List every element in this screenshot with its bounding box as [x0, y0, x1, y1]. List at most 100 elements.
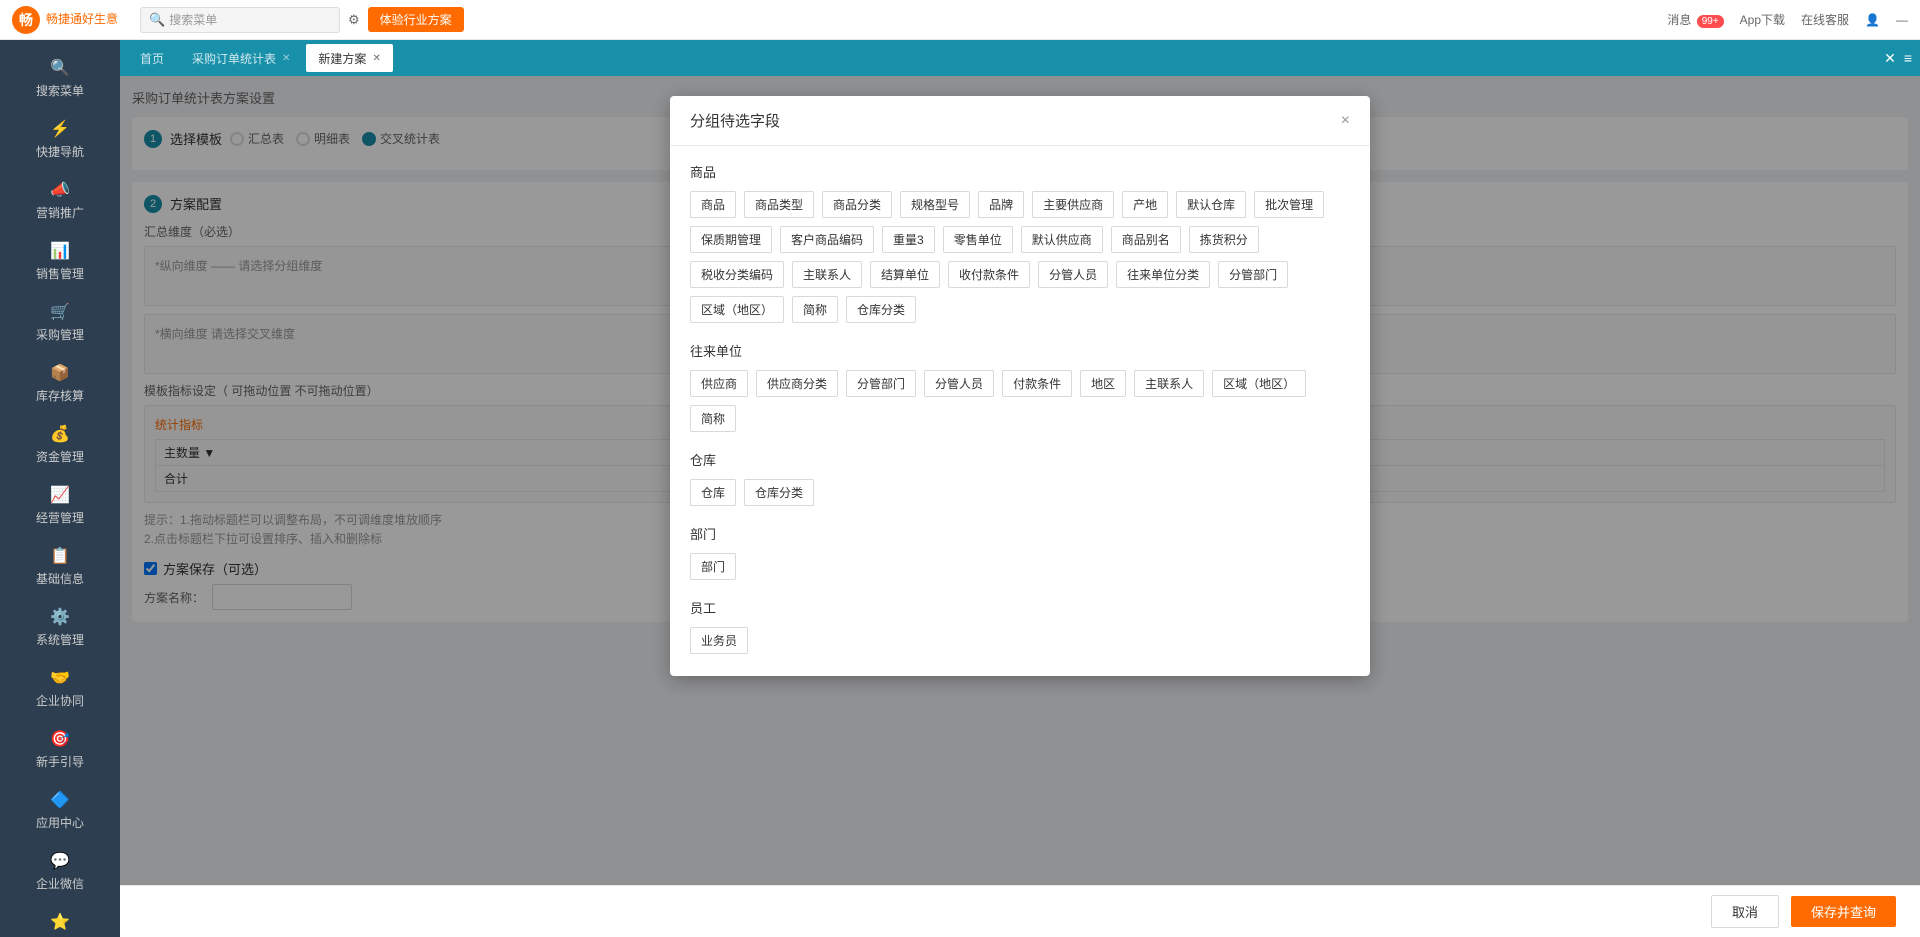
tab-menu[interactable]: ≡ — [1904, 50, 1912, 67]
field-tag-0-13[interactable]: 默认供应商 — [1021, 226, 1103, 253]
sidebar-item-5[interactable]: 📦库存核算 — [0, 353, 120, 414]
sidebar-icon-6: 💰 — [50, 424, 70, 444]
search-icon: 🔍 — [149, 12, 165, 28]
field-tag-1-5[interactable]: 地区 — [1080, 370, 1126, 397]
cancel-button[interactable]: 取消 — [1711, 895, 1779, 928]
field-tag-0-24[interactable]: 简称 — [792, 296, 838, 323]
trial-btn[interactable]: 体验行业方案 — [368, 7, 464, 32]
modal-body: 商品商品商品类型商品分类规格型号品牌主要供应商产地默认仓库批次管理保质期管理客户… — [670, 146, 1370, 664]
tab-close-1[interactable]: ✕ — [282, 53, 290, 64]
sidebar-item-8[interactable]: 📋基础信息 — [0, 536, 120, 597]
field-tag-1-2[interactable]: 分管部门 — [846, 370, 916, 397]
sidebar-item-3[interactable]: 📊销售管理 — [0, 231, 120, 292]
field-tag-0-23[interactable]: 区域（地区） — [690, 296, 784, 323]
section-title-2: 仓库 — [690, 450, 1350, 469]
field-tag-1-3[interactable]: 分管人员 — [924, 370, 994, 397]
sidebar-icon-12: 🔷 — [50, 790, 70, 810]
field-tag-1-0[interactable]: 供应商 — [690, 370, 748, 397]
gear-icon[interactable]: ⚙ — [348, 12, 360, 28]
sidebar-item-0[interactable]: 🔍搜索菜单 — [0, 48, 120, 109]
top-bar-right: 消息 99+ App下载 在线客服 👤 — — [1667, 11, 1908, 28]
sidebar-icon-11: 🎯 — [50, 729, 70, 749]
field-tag-0-10[interactable]: 客户商品编码 — [780, 226, 874, 253]
user-avatar[interactable]: 👤 — [1865, 13, 1880, 27]
field-tag-4-0[interactable]: 业务员 — [690, 627, 748, 654]
field-tag-0-7[interactable]: 默认仓库 — [1176, 191, 1246, 218]
field-tag-0-3[interactable]: 规格型号 — [900, 191, 970, 218]
field-tag-1-4[interactable]: 付款条件 — [1002, 370, 1072, 397]
sidebar-item-11[interactable]: 🎯新手引导 — [0, 719, 120, 780]
sidebar-item-2[interactable]: 📣营销推广 — [0, 170, 120, 231]
field-tag-0-20[interactable]: 分管人员 — [1038, 261, 1108, 288]
sidebar-item-7[interactable]: 📈经营管理 — [0, 475, 120, 536]
field-tag-0-2[interactable]: 商品分类 — [822, 191, 892, 218]
tab-item-2[interactable]: 新建方案✕ — [306, 44, 392, 72]
field-tag-0-4[interactable]: 品牌 — [978, 191, 1024, 218]
field-tag-1-7[interactable]: 区域（地区） — [1212, 370, 1306, 397]
field-tags-0: 商品商品类型商品分类规格型号品牌主要供应商产地默认仓库批次管理保质期管理客户商品… — [690, 191, 1350, 323]
user-name: — — [1896, 13, 1908, 27]
app-download[interactable]: App下载 — [1740, 11, 1785, 28]
field-tag-2-1[interactable]: 仓库分类 — [744, 479, 814, 506]
section-title-0: 商品 — [690, 162, 1350, 181]
field-tag-0-18[interactable]: 结算单位 — [870, 261, 940, 288]
field-tag-0-17[interactable]: 主联系人 — [792, 261, 862, 288]
sidebar-item-4[interactable]: 🛒采购管理 — [0, 292, 120, 353]
logo-icon: 畅 — [12, 6, 40, 34]
sidebar-item-12[interactable]: 🔷应用中心 — [0, 780, 120, 841]
sidebar-item-14[interactable]: ⭐畅会员 — [0, 902, 120, 937]
search-placeholder: 搜索菜单 — [169, 11, 217, 28]
field-tags-1: 供应商供应商分类分管部门分管人员付款条件地区主联系人区域（地区） 简称 — [690, 370, 1350, 432]
top-bar: 畅 畅捷通好生意 🔍 搜索菜单 ⚙ 体验行业方案 消息 99+ App下载 在线… — [0, 0, 1920, 40]
field-tag-0-1[interactable]: 商品类型 — [744, 191, 814, 218]
notifications[interactable]: 消息 99+ — [1667, 11, 1723, 28]
field-tag-1-1[interactable]: 供应商分类 — [756, 370, 838, 397]
field-tag-0-19[interactable]: 收付款条件 — [948, 261, 1030, 288]
section-1: 往来单位供应商供应商分类分管部门分管人员付款条件地区主联系人区域（地区） 简称 — [690, 341, 1350, 432]
sidebar-item-6[interactable]: 💰资金管理 — [0, 414, 120, 475]
tab-bar: 首页采购订单统计表✕新建方案✕ ✕ ≡ — [120, 40, 1920, 76]
field-tag-0-16[interactable]: 税收分类编码 — [690, 261, 784, 288]
field-tag-1-8[interactable]: 简称 — [690, 405, 736, 432]
field-tag-0-14[interactable]: 商品别名 — [1111, 226, 1181, 253]
field-tag-0-12[interactable]: 零售单位 — [943, 226, 1013, 253]
tab-item-0[interactable]: 首页 — [128, 44, 176, 72]
field-tag-0-11[interactable]: 重量3 — [882, 226, 935, 253]
field-tag-0-6[interactable]: 产地 — [1122, 191, 1168, 218]
field-tag-3-0[interactable]: 部门 — [690, 553, 736, 580]
online-service[interactable]: 在线客服 — [1801, 11, 1849, 28]
field-tag-0-22[interactable]: 分管部门 — [1218, 261, 1288, 288]
modal-close-button[interactable]: × — [1341, 112, 1350, 130]
field-tags-3: 部门 — [690, 553, 1350, 580]
sidebar-icon-14: ⭐ — [50, 912, 70, 932]
search-box[interactable]: 🔍 搜索菜单 — [140, 7, 340, 33]
field-tag-0-25[interactable]: 仓库分类 — [846, 296, 916, 323]
field-tag-0-21[interactable]: 往来单位分类 — [1116, 261, 1210, 288]
modal-title: 分组待选字段 — [690, 110, 780, 131]
save-button[interactable]: 保存并查询 — [1791, 896, 1896, 927]
field-tag-0-15[interactable]: 拣货积分 — [1189, 226, 1259, 253]
field-tag-0-0[interactable]: 商品 — [690, 191, 736, 218]
field-tag-0-5[interactable]: 主要供应商 — [1032, 191, 1114, 218]
tab-close-all[interactable]: ✕ — [1884, 50, 1896, 67]
tab-bar-right: ✕ ≡ — [1884, 50, 1912, 67]
tab-close-2[interactable]: ✕ — [372, 53, 380, 64]
tab-item-1[interactable]: 采购订单统计表✕ — [180, 44, 302, 72]
field-tag-0-8[interactable]: 批次管理 — [1254, 191, 1324, 218]
section-title-1: 往来单位 — [690, 341, 1350, 360]
section-2: 仓库仓库仓库分类 — [690, 450, 1350, 506]
modal-header: 分组待选字段 × — [670, 96, 1370, 146]
sidebar-item-1[interactable]: ⚡快捷导航 — [0, 109, 120, 170]
sidebar-icon-8: 📋 — [50, 546, 70, 566]
sidebar-icon-13: 💬 — [50, 851, 70, 871]
field-tag-0-9[interactable]: 保质期管理 — [690, 226, 772, 253]
field-tag-1-6[interactable]: 主联系人 — [1134, 370, 1204, 397]
sidebar-item-10[interactable]: 🤝企业协同 — [0, 658, 120, 719]
modal-backdrop: 分组待选字段 × 商品商品商品类型商品分类规格型号品牌主要供应商产地默认仓库批次… — [120, 76, 1920, 937]
section-title-4: 员工 — [690, 598, 1350, 617]
sidebar-item-13[interactable]: 💬企业微信 — [0, 841, 120, 902]
section-title-3: 部门 — [690, 524, 1350, 543]
field-tag-2-0[interactable]: 仓库 — [690, 479, 736, 506]
sidebar-item-9[interactable]: ⚙️系统管理 — [0, 597, 120, 658]
sidebar-icon-7: 📈 — [50, 485, 70, 505]
